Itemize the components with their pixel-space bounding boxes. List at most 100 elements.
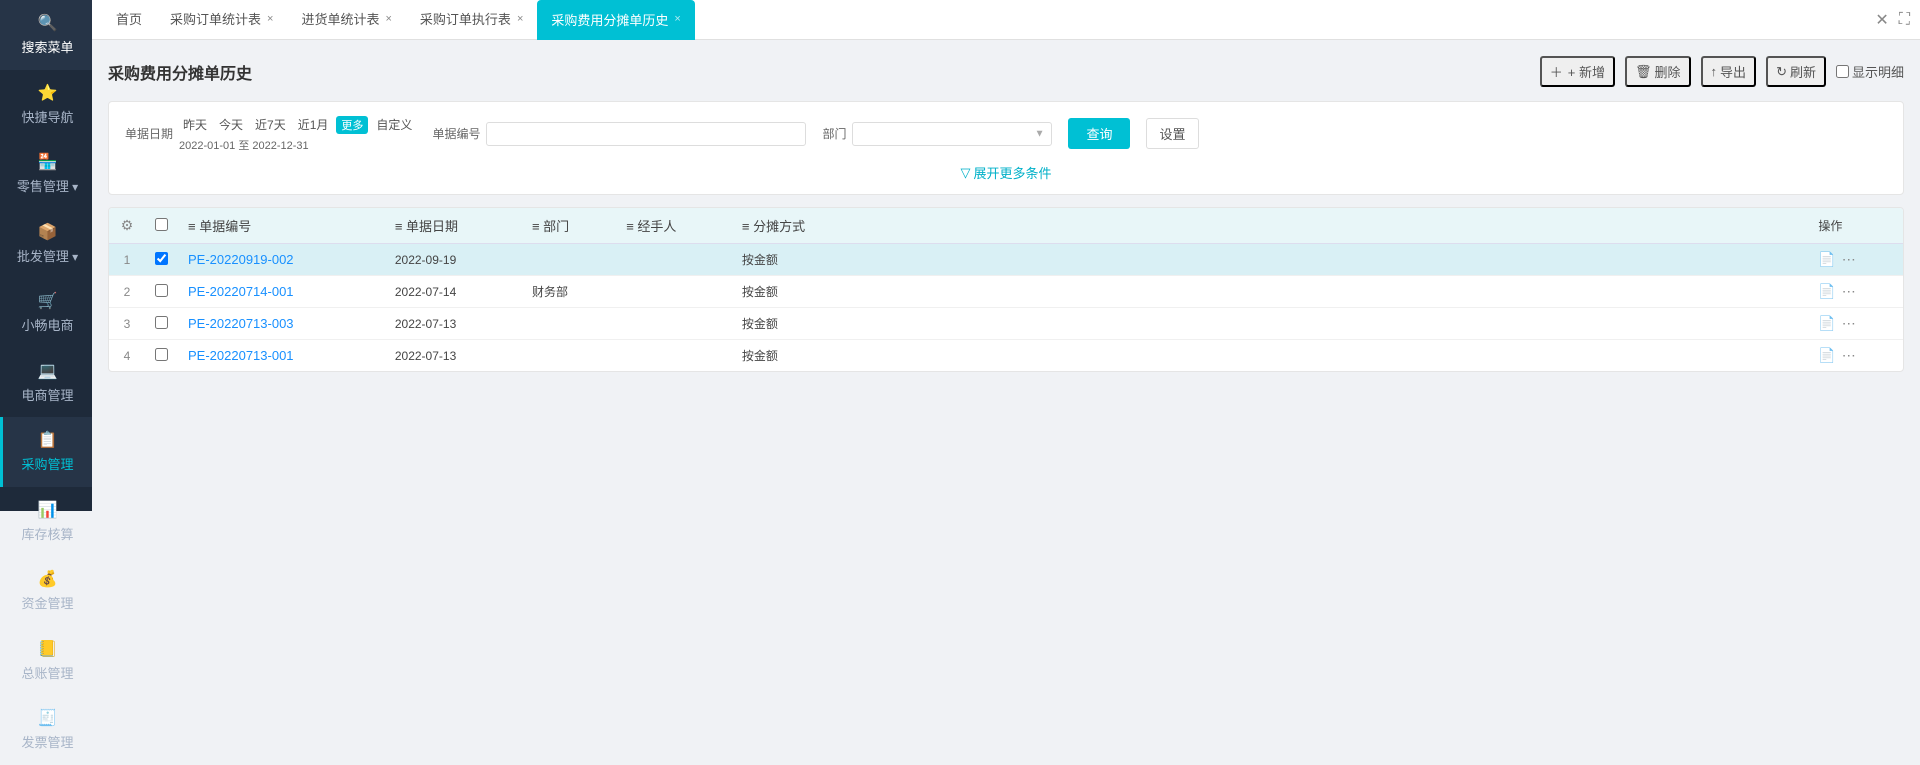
delete-button[interactable]: 🗑 删除 [1625,56,1691,87]
col-splitmethod: ≡ 分摊方式 [732,208,1808,244]
query-button[interactable]: 查询 [1068,118,1130,149]
main-content: 首页 采购订单统计表 × 进货单统计表 × 采购订单执行表 × 采购费用分摊单历… [92,0,1920,511]
row-actions: 📄 ⋯ [1818,315,1893,332]
row-checkbox[interactable] [155,316,168,329]
filter-section: 单据日期 昨天 今天 近7天 近1月 更多 自定义 2022-01-01 至 2… [108,101,1904,195]
expand-filter-btn[interactable]: ▽ 展开更多条件 [960,163,1051,182]
row-splitmethod-cell: 按金额 [732,244,1808,276]
sidebar-item-ecom-small[interactable]: 🛒 小畅电商 [0,278,92,348]
tab-incoming-stats[interactable]: 进货单统计表 × [287,0,405,40]
row-handler-cell [616,308,732,340]
row-checkbox[interactable] [155,252,168,265]
table-row: 3 PE-20220713-003 2022-07-13 按金额 📄 ⋯ [109,308,1903,340]
sidebar-item-purchase[interactable]: 📋 采购管理 [0,417,92,487]
tab-purchase-stats-label: 采购订单统计表 [170,9,261,28]
sidebar-item-search[interactable]: 🔍 搜索菜单 [0,0,92,70]
col-splitmethod-label: ≡ 分摊方式 [742,219,805,234]
export-button[interactable]: ↑ 导出 [1701,56,1757,87]
col-handler-label: ≡ 经手人 [626,219,676,234]
date-today[interactable]: 今天 [215,114,247,135]
row-edit-icon[interactable]: 📄 [1818,315,1835,332]
row-splitmethod-cell: 按金额 [732,308,1808,340]
show-summary-label-text: 显示明细 [1852,62,1904,81]
row-checkbox-cell [145,308,178,340]
sidebar-item-inventory[interactable]: 📊 库存核算 [0,487,92,557]
row-more-icon[interactable]: ⋯ [1842,283,1856,300]
row-billno-link[interactable]: PE-20220919-002 [188,252,294,267]
show-summary-checkbox[interactable] [1836,65,1849,78]
tab-purchase-exec[interactable]: 采购订单执行表 × [406,0,537,40]
date-shortcuts: 昨天 今天 近7天 近1月 更多 自定义 2022-01-01 至 2022-1… [179,114,416,153]
page-header: 采购费用分摊单历史 ＋ + 新增 🗑 删除 ↑ 导出 ↻ 刷新 [108,56,1904,87]
sidebar-item-label: 电商管理 [21,388,73,403]
row-dept-cell: 财务部 [522,276,616,308]
close-all-tabs-icon[interactable]: ✕ [1875,10,1888,30]
add-button[interactable]: ＋ + 新增 [1540,56,1615,87]
row-num-cell: 1 [109,244,145,276]
row-billno-link[interactable]: PE-20220713-003 [188,316,294,331]
row-more-icon[interactable]: ⋯ [1842,347,1856,364]
filter-dept: 部门 [822,122,1052,146]
expand-filter-label: 展开更多条件 [973,163,1051,182]
sidebar-item-wholesale[interactable]: 📦 批发管理 ▾ [0,209,92,279]
col-dept-label: ≡ 部门 [532,219,569,234]
tab-incoming-stats-close[interactable]: × [385,13,391,25]
row-billno-link[interactable]: PE-20220713-001 [188,348,294,363]
table-header-row: ⚙ ≡ 单据编号 ≡ 单据日期 ≡ 部门 [109,208,1903,244]
date-7days[interactable]: 近7天 [251,114,290,135]
sidebar-item-ledger[interactable]: 📒 总账管理 [0,626,92,696]
row-action-cell: 📄 ⋯ [1808,244,1903,276]
tab-purchase-exec-label: 采购订单执行表 [420,9,511,28]
tab-bar-actions: ✕ ⛶ [1875,10,1910,30]
row-checkbox[interactable] [155,284,168,297]
ledger-icon: 📒 [3,638,92,662]
date-more[interactable]: 更多 [336,116,368,134]
search-menu-icon: 🔍 [3,12,92,36]
table-row: 4 PE-20220713-001 2022-07-13 按金额 📄 ⋯ [109,340,1903,372]
row-actions: 📄 ⋯ [1818,347,1893,364]
row-edit-icon[interactable]: 📄 [1818,283,1835,300]
sidebar-item-label: 批发管理 [17,249,69,264]
date-custom[interactable]: 自定义 [372,114,416,135]
tab-purchase-stats[interactable]: 采购订单统计表 × [156,0,287,40]
col-billno: ≡ 单据编号 [178,208,385,244]
select-all-checkbox[interactable] [155,218,168,231]
ecom-icon: 💻 [3,360,92,384]
row-edit-icon[interactable]: 📄 [1818,347,1835,364]
show-summary-toggle[interactable]: 显示明细 [1836,62,1904,81]
row-more-icon[interactable]: ⋯ [1842,251,1856,268]
sidebar-item-label: 快捷导航 [21,110,73,125]
page-content: 采购费用分摊单历史 ＋ + 新增 🗑 删除 ↑ 导出 ↻ 刷新 [92,40,1920,511]
date-yesterday[interactable]: 昨天 [179,114,211,135]
gear-icon[interactable]: ⚙ [121,217,134,233]
sidebar-item-ecom[interactable]: 💻 电商管理 [0,348,92,418]
tab-cost-history[interactable]: 采购费用分摊单历史 × [537,0,694,40]
tab-purchase-stats-close[interactable]: × [267,13,273,25]
row-checkbox[interactable] [155,348,168,361]
settings-button[interactable]: 设置 [1146,118,1198,149]
col-checkbox [145,208,178,244]
row-handler-cell [616,340,732,372]
tab-purchase-exec-close[interactable]: × [517,13,523,25]
toolbar: ＋ + 新增 🗑 删除 ↑ 导出 ↻ 刷新 显示明细 [1540,56,1904,87]
sidebar-item-invoice[interactable]: 🧾 发票管理 [0,695,92,765]
row-billno-link[interactable]: PE-20220714-001 [188,284,294,299]
tab-home[interactable]: 首页 [102,0,156,40]
dept-select[interactable] [852,122,1052,146]
tab-cost-history-close[interactable]: × [674,13,680,25]
row-num-cell: 3 [109,308,145,340]
refresh-button[interactable]: ↻ 刷新 [1766,56,1826,87]
billno-input[interactable] [486,122,806,146]
sidebar: 🔍 搜索菜单 ⭐ 快捷导航 🏪 零售管理 ▾ 📦 批发管理 ▾ 🛒 小畅电商 💻… [0,0,92,511]
row-date-cell: 2022-07-14 [385,276,522,308]
row-more-icon[interactable]: ⋯ [1842,315,1856,332]
row-checkbox-cell [145,244,178,276]
row-edit-icon[interactable]: 📄 [1818,251,1835,268]
fullscreen-icon[interactable]: ⛶ [1899,11,1910,29]
date-1month[interactable]: 近1月 [294,114,333,135]
sidebar-item-quicknav[interactable]: ⭐ 快捷导航 [0,70,92,140]
sidebar-item-finance[interactable]: 💰 资金管理 [0,556,92,626]
sidebar-item-retail[interactable]: 🏪 零售管理 ▾ [0,139,92,209]
data-table: ⚙ ≡ 单据编号 ≡ 单据日期 ≡ 部门 [108,207,1904,372]
row-dept-cell [522,244,616,276]
